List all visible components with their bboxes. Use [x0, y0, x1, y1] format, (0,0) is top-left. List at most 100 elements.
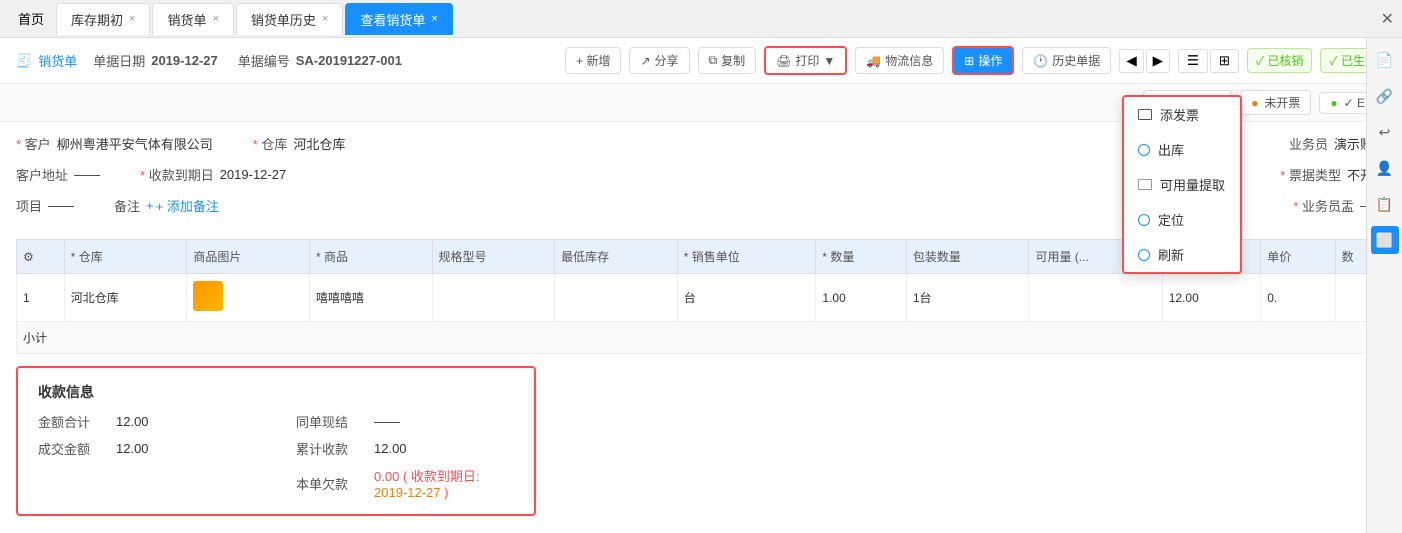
doc-date-label: 单据日期 2019-12-27 [93, 51, 218, 70]
next-button[interactable]: ▶ [1146, 49, 1170, 73]
sold-status-badge: ✓ 已核销 [1247, 48, 1313, 73]
print-icon: 🖨 [776, 54, 791, 68]
invoice-icon [1138, 109, 1152, 120]
tab-inventory-init[interactable]: 库存期初 × [56, 3, 150, 35]
close-icon[interactable]: × [212, 13, 218, 25]
dropdown-add-invoice[interactable]: 添发票 [1124, 97, 1240, 132]
col-settings[interactable]: ⚙ [17, 240, 65, 274]
locate-icon [1138, 214, 1150, 226]
col-product-img: 商品图片 [187, 240, 310, 274]
truck-icon: 🚚 [866, 54, 881, 68]
total-label: 金额合计 [38, 412, 108, 431]
row-spec [432, 274, 555, 322]
staff-label: 业务员 [1289, 134, 1328, 153]
sidebar-link-icon[interactable]: 🔗 [1371, 82, 1399, 110]
dropdown-available-extract[interactable]: 可用量提取 [1124, 167, 1240, 202]
col-pack-qty: 包装数量 [906, 240, 1029, 274]
doc-header: 🧾 销货单 单据日期 2019-12-27 单据编号 SA-20191227-0… [0, 38, 1402, 84]
doc-type-icon: 🧾 [16, 53, 32, 69]
col-warehouse: * 仓库 [64, 240, 187, 274]
total-value: 12.00 [116, 414, 149, 429]
payment-due-field: 收款到期日 2019-12-27 [140, 165, 286, 184]
prev-button[interactable]: ◀ [1119, 49, 1143, 73]
close-icon[interactable]: × [322, 13, 328, 25]
nav-arrows: ◀ ▶ [1119, 49, 1170, 73]
col-quantity: * 数量 [816, 240, 906, 274]
history-icon: 🕐 [1033, 54, 1048, 68]
customer-label: 客户 [16, 134, 51, 153]
warehouse-field: 仓库 河北仓库 [253, 134, 346, 153]
dropdown-outbound[interactable]: 出库 [1124, 132, 1240, 167]
col-unit: * 销售单位 [677, 240, 816, 274]
subtotal-label: 小计 [17, 322, 1386, 354]
tab-sales-order[interactable]: 销货单 × [152, 3, 233, 35]
dropdown-locate[interactable]: 定位 [1124, 202, 1240, 237]
grid-icon: ⊞ [964, 54, 974, 68]
row-no: 1 [17, 274, 65, 322]
salesman-label: 业务员盂 [1293, 196, 1354, 215]
col-min-stock: 最低库存 [555, 240, 678, 274]
address-field: 客户地址 —— [16, 165, 100, 184]
view-toggle: ☰ ⊞ [1178, 49, 1239, 73]
sidebar-return-icon[interactable]: ↩ [1371, 118, 1399, 146]
tab-bar: 首页 库存期初 × 销货单 × 销货单历史 × 查看销货单 × ✕ [0, 0, 1402, 38]
close-icon[interactable]: × [431, 13, 437, 25]
doc-no-value: SA-20191227-001 [296, 53, 402, 68]
logistics-button[interactable]: 🚚 物流信息 [855, 47, 944, 74]
extract-icon [1138, 179, 1152, 190]
tab-home[interactable]: 首页 [8, 3, 54, 34]
doc-type-label: 销货单 [38, 51, 77, 70]
close-icon[interactable]: × [129, 13, 135, 25]
sidebar-table-icon[interactable]: 📋 [1371, 190, 1399, 218]
print-button[interactable]: 🖨 打印 ▼ [764, 46, 847, 75]
payment-left: 金额合计 12.00 成交金额 12.00 [38, 412, 256, 500]
balance-row: 本单欠款 0.00 ( 收款到期日: 2019-12-27 ) [296, 466, 514, 500]
product-image [193, 281, 223, 311]
ticket-label: 票据类型 [1280, 165, 1341, 184]
subtotal-row: 小计 [17, 322, 1386, 354]
payment-title: 收款信息 [38, 382, 514, 402]
tab-bar-close-icon[interactable]: ✕ [1381, 9, 1394, 29]
transaction-label: 成交金额 [38, 439, 108, 458]
add-note-button[interactable]: + 添加备注 [146, 196, 219, 215]
tab-sales-history[interactable]: 销货单历史 × [236, 3, 343, 35]
grid-view-button[interactable]: ⊞ [1210, 49, 1239, 73]
doc-meta: 单据日期 2019-12-27 单据编号 SA-20191227-001 [93, 51, 402, 70]
balance-value: 0.00 ( 收款到期日: 2019-12-27 ) [374, 466, 514, 500]
balance-label: 本单欠款 [296, 474, 366, 493]
operation-button[interactable]: ⊞ 操作 [952, 46, 1014, 75]
tab-view-sales[interactable]: 查看销货单 × [345, 3, 452, 35]
sidebar-user-icon[interactable]: 👤 [1371, 154, 1399, 182]
cumulative-value: 12.00 [374, 441, 407, 456]
payment-grid: 金额合计 12.00 成交金额 12.00 同单现结 —— 累计收款 [38, 412, 514, 500]
project-label: 项目 [16, 196, 42, 215]
note-label: 备注 [114, 196, 140, 215]
project-field: 项目 —— [16, 196, 74, 215]
not-open-button[interactable]: 未开票 [1240, 90, 1311, 115]
dropdown-arrow-icon: ▼ [823, 54, 835, 68]
doc-date-value: 2019-12-27 [151, 53, 218, 68]
row-product-img [187, 274, 310, 322]
copy-button[interactable]: ⧉ 复制 [698, 47, 757, 74]
row-current-stock: 12.00 [1162, 274, 1260, 322]
history-button[interactable]: 🕐 历史单据 [1022, 47, 1111, 74]
share-button[interactable]: ↗ 分享 [629, 47, 689, 74]
settlement-value: —— [374, 414, 400, 429]
payment-due-label: 收款到期日 [140, 165, 214, 184]
warehouse-value: 河北仓库 [293, 134, 345, 153]
doc-title-area: 🧾 销货单 单据日期 2019-12-27 单据编号 SA-20191227-0… [16, 51, 402, 70]
copy-icon: ⧉ [709, 53, 718, 68]
dropdown-menu: 添发票 出库 可用量提取 定位 刷新 [1122, 95, 1242, 274]
row-available [1029, 274, 1162, 322]
refresh-icon [1138, 249, 1150, 261]
sidebar-expand-icon[interactable]: ⬜ [1371, 226, 1399, 254]
sidebar-doc-icon[interactable]: 📄 [1371, 46, 1399, 74]
cumulative-row: 累计收款 12.00 [296, 439, 514, 458]
new-button[interactable]: + 新增 [565, 47, 621, 74]
note-field: 备注 + 添加备注 [114, 196, 219, 215]
col-spec: 规格型号 [432, 240, 555, 274]
payment-due-value: 2019-12-27 [220, 167, 287, 182]
total-row: 金额合计 12.00 [38, 412, 256, 431]
list-view-button[interactable]: ☰ [1178, 49, 1208, 73]
dropdown-refresh[interactable]: 刷新 [1124, 237, 1240, 272]
